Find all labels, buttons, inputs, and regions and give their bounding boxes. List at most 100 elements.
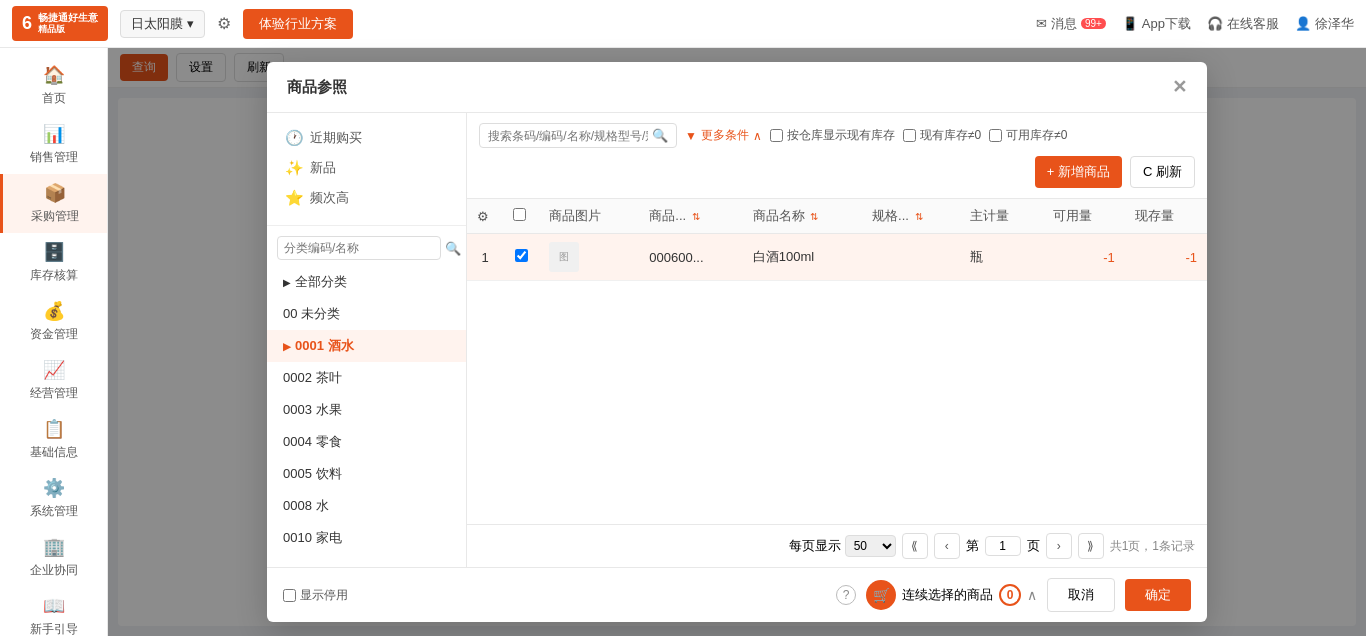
sidebar-label-system: 系统管理 — [30, 503, 78, 520]
last-page-button[interactable]: ⟫ — [1078, 533, 1104, 559]
modal-close-button[interactable]: ✕ — [1172, 76, 1187, 98]
help-icon[interactable]: ? — [836, 585, 856, 605]
top-nav: 6 畅捷通好生意 精品版 日太阳膜 ▾ ⚙ 体验行业方案 ✉ 消息 99+ 📱 … — [0, 0, 1366, 48]
branch-label: 日太阳膜 — [131, 15, 183, 33]
col-settings[interactable]: ⚙ — [467, 199, 503, 234]
page-number-input[interactable] — [985, 536, 1021, 556]
sidebar-label-sales: 销售管理 — [30, 149, 78, 166]
new-icon: ✨ — [285, 159, 304, 177]
prev-page-button[interactable]: ‹ — [934, 533, 960, 559]
sidebar-item-sales[interactable]: 📊 销售管理 — [0, 115, 107, 174]
cancel-button[interactable]: 取消 — [1047, 578, 1115, 612]
quick-filter-frequent[interactable]: ⭐ 频次高 — [277, 183, 456, 213]
sidebar-label-basic: 基础信息 — [30, 444, 78, 461]
cat-item-fruit[interactable]: 0003 水果 — [267, 394, 466, 426]
experience-btn[interactable]: 体验行业方案 — [243, 9, 353, 39]
refresh-button[interactable]: C 刷新 — [1130, 156, 1195, 188]
sidebar-item-basic[interactable]: 📋 基础信息 — [0, 410, 107, 469]
cat-item-snack[interactable]: 0004 零食 — [267, 426, 466, 458]
table-header-row: ⚙ 商品图片 商品... ⇅ 商品名称 — [467, 199, 1207, 234]
guide-icon: 📖 — [43, 595, 65, 617]
purchase-icon: 📦 — [44, 182, 66, 204]
sidebar-item-system[interactable]: ⚙️ 系统管理 — [0, 469, 107, 528]
sidebar-label-purchase: 采购管理 — [31, 208, 79, 225]
quick-filter-recent[interactable]: 🕐 近期购买 — [277, 123, 456, 153]
sidebar-item-enterprise[interactable]: 🏢 企业协同 — [0, 528, 107, 587]
select-all-checkbox[interactable] — [513, 208, 526, 221]
sidebar-item-finance[interactable]: 💰 资金管理 — [0, 292, 107, 351]
cat-item-water[interactable]: 0008 水 — [267, 490, 466, 522]
cart-area[interactable]: 🛒 连续选择的商品 0 ∧ — [866, 580, 1037, 610]
show-disabled-text: 显示停用 — [300, 587, 348, 604]
divider — [267, 225, 466, 226]
row-checkbox[interactable] — [503, 234, 539, 281]
cat-active-arrow-icon: ▶ — [283, 341, 291, 352]
existing-stock-checkbox[interactable] — [903, 129, 916, 142]
table-row[interactable]: 1 图 000600... 白酒100ml 瓶 — [467, 234, 1207, 281]
sidebar-item-guide[interactable]: 📖 新手引导 — [0, 587, 107, 636]
modal-body: 🕐 近期购买 ✨ 新品 ⭐ 频次高 — [267, 113, 1207, 567]
cat-label-uncategorized: 00 未分类 — [283, 305, 340, 323]
modal-title: 商品参照 — [287, 78, 347, 97]
settings-icon[interactable]: ⚙ — [217, 14, 231, 33]
category-search-icon[interactable]: 🔍 — [445, 241, 461, 256]
cart-collapse-icon[interactable]: ∧ — [1027, 587, 1037, 603]
messages-item[interactable]: ✉ 消息 99+ — [1036, 15, 1106, 33]
sidebar-item-operation[interactable]: 📈 经营管理 — [0, 351, 107, 410]
quick-filter-new[interactable]: ✨ 新品 — [277, 153, 456, 183]
show-disabled-checkbox[interactable] — [283, 589, 296, 602]
col-name-sort-icon[interactable]: ⇅ — [810, 211, 818, 222]
sales-icon: 📊 — [43, 123, 65, 145]
warehouse-filter-text: 按仓库显示现有库存 — [787, 127, 895, 144]
cat-item-uncategorized[interactable]: 00 未分类 — [267, 298, 466, 330]
col-unit: 主计量 — [960, 199, 1042, 234]
col-code: 商品... ⇅ — [639, 199, 742, 234]
cat-label-wine: 0001 酒水 — [295, 337, 354, 355]
sidebar-item-home[interactable]: 🏠 首页 — [0, 56, 107, 115]
cat-item-drinks[interactable]: 0005 饮料 — [267, 458, 466, 490]
sidebar-item-purchase[interactable]: 📦 采购管理 — [0, 174, 107, 233]
sidebar-item-inventory[interactable]: 🗄️ 库存核算 — [0, 233, 107, 292]
next-page-button[interactable]: › — [1046, 533, 1072, 559]
logo-sub: 精品版 — [38, 24, 98, 35]
cat-item-all[interactable]: ▶ 全部分类 — [267, 266, 466, 298]
finance-icon: 💰 — [43, 300, 65, 322]
online-service-item[interactable]: 🎧 在线客服 — [1207, 15, 1279, 33]
branch-dropdown[interactable]: 日太阳膜 ▾ — [120, 10, 205, 38]
confirm-button[interactable]: 确定 — [1125, 579, 1191, 611]
filter-arrow-icon: ∧ — [753, 129, 762, 143]
cat-item-wine[interactable]: ▶ 0001 酒水 — [267, 330, 466, 362]
page-label: 第 — [966, 537, 979, 555]
quick-filters: 🕐 近期购买 ✨ 新品 ⭐ 频次高 — [267, 123, 466, 221]
first-page-button[interactable]: ⟪ — [902, 533, 928, 559]
cat-item-tea[interactable]: 0002 茶叶 — [267, 362, 466, 394]
category-search-input[interactable] — [277, 236, 441, 260]
available-stock-text: 可用库存≠0 — [1006, 127, 1067, 144]
cart-label: 连续选择的商品 — [902, 586, 993, 604]
warehouse-filter-checkbox[interactable] — [770, 129, 783, 142]
product-search-input[interactable] — [488, 129, 648, 143]
sidebar-label-home: 首页 — [42, 90, 66, 107]
cat-label-drinks: 0005 饮料 — [283, 465, 342, 483]
phone-icon: 📱 — [1122, 16, 1138, 31]
sidebar-label-guide: 新手引导 — [30, 621, 78, 636]
more-filter-btn[interactable]: ▼ 更多条件 ∧ — [685, 127, 762, 144]
available-stock-checkbox[interactable] — [989, 129, 1002, 142]
user-item[interactable]: 👤 徐泽华 — [1295, 15, 1354, 33]
messages-label: 消息 — [1051, 15, 1077, 33]
product-reference-modal: 商品参照 ✕ 🕐 近期购买 ✨ — [267, 62, 1207, 622]
page-size-select: 每页显示 20 50 100 — [789, 535, 896, 557]
username-label: 徐泽华 — [1315, 15, 1354, 33]
available-stock-label: 可用库存≠0 — [989, 127, 1067, 144]
search-icon[interactable]: 🔍 — [652, 128, 668, 143]
app-download-item[interactable]: 📱 App下载 — [1122, 15, 1191, 33]
cat-item-appliance[interactable]: 0010 家电 — [267, 522, 466, 554]
product-thumbnail: 图 — [549, 242, 579, 272]
col-code-sort-icon[interactable]: ⇅ — [692, 211, 700, 222]
row-select-checkbox[interactable] — [515, 249, 528, 262]
per-page-dropdown[interactable]: 20 50 100 — [845, 535, 896, 557]
add-product-button[interactable]: + 新增商品 — [1035, 156, 1122, 188]
app-download-label: App下载 — [1142, 15, 1191, 33]
user-icon: 👤 — [1295, 16, 1311, 31]
col-spec-sort-icon[interactable]: ⇅ — [915, 211, 923, 222]
